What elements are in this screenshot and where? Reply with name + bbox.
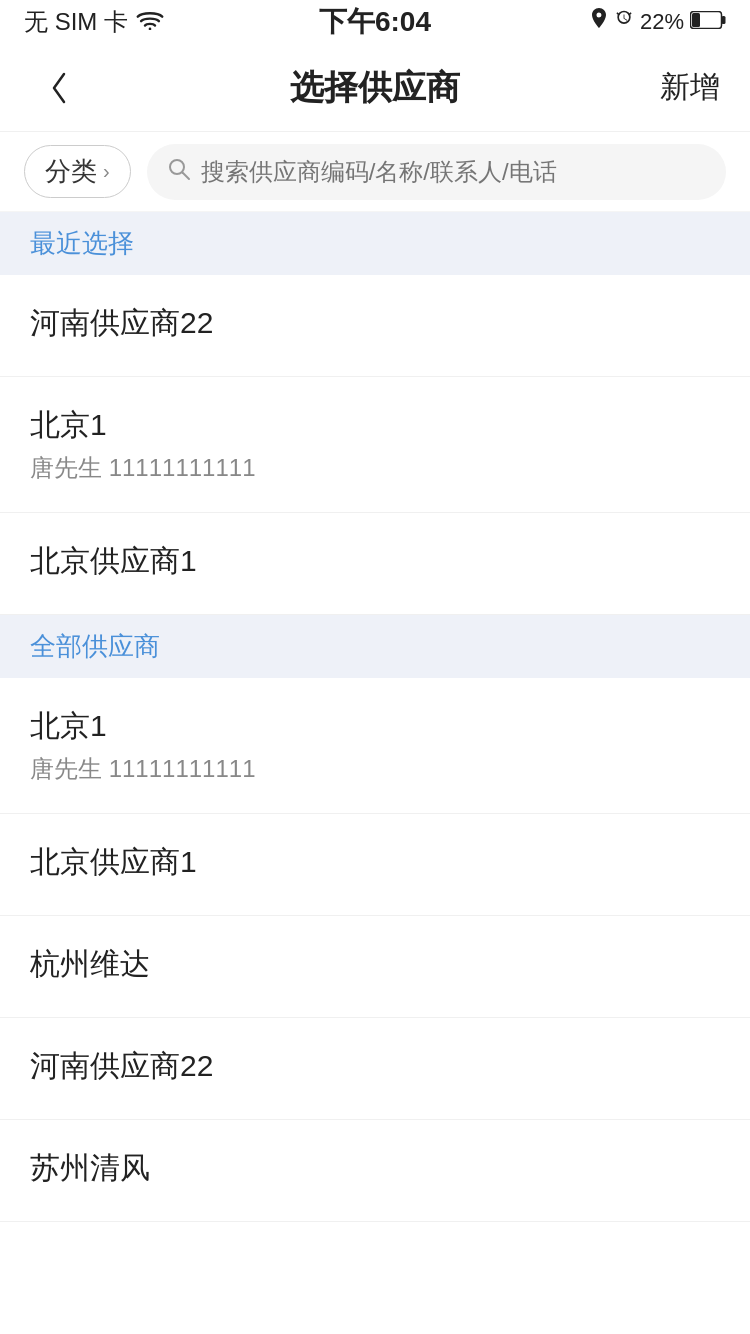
svg-line-5: [182, 172, 189, 179]
item-name: 河南供应商22: [30, 303, 720, 344]
item-name: 北京1: [30, 405, 720, 446]
item-name: 北京供应商1: [30, 842, 720, 883]
nav-bar: 选择供应商 新增: [0, 44, 750, 132]
svg-point-0: [149, 28, 152, 30]
item-name: 北京供应商1: [30, 541, 720, 582]
svg-rect-2: [722, 16, 726, 24]
item-detail: 唐先生 11111111111: [30, 753, 720, 785]
chevron-right-icon: ›: [103, 160, 110, 183]
list-item[interactable]: 苏州清风: [0, 1120, 750, 1222]
search-input[interactable]: [201, 158, 706, 186]
search-icon: [167, 157, 191, 187]
location-icon: [590, 8, 608, 36]
item-name: 北京1: [30, 706, 720, 747]
battery-text: 22%: [640, 9, 684, 35]
status-left: 无 SIM 卡: [24, 6, 164, 38]
page-title: 选择供应商: [290, 65, 460, 111]
filter-bar: 分类 ›: [0, 132, 750, 212]
category-label: 分类: [45, 154, 97, 189]
search-bar[interactable]: [147, 144, 726, 200]
battery-icon: [690, 9, 726, 35]
item-name: 河南供应商22: [30, 1046, 720, 1087]
all-section-header: 全部供应商: [0, 615, 750, 678]
recent-section-label: 最近选择: [30, 228, 134, 258]
list-item[interactable]: 杭州维达: [0, 916, 750, 1018]
item-name: 苏州清风: [30, 1148, 720, 1189]
all-items-list: 北京1 唐先生 11111111111 北京供应商1 杭州维达河南供应商22 苏州清风: [0, 678, 750, 1222]
list-item[interactable]: 河南供应商22: [0, 1018, 750, 1120]
item-detail: 唐先生 11111111111: [30, 452, 720, 484]
recent-section-header: 最近选择: [0, 212, 750, 275]
list-item[interactable]: 北京1 唐先生 11111111111: [0, 678, 750, 814]
category-filter-button[interactable]: 分类 ›: [24, 145, 131, 198]
list-item[interactable]: 北京供应商1: [0, 814, 750, 916]
list-item[interactable]: 北京1 唐先生 11111111111: [0, 377, 750, 513]
wifi-icon: [136, 8, 164, 36]
status-bar: 无 SIM 卡 下午6:04 22%: [0, 0, 750, 44]
list-item[interactable]: 北京供应商1: [0, 513, 750, 615]
item-name: 杭州维达: [30, 944, 720, 985]
status-time: 下午6:04: [319, 3, 431, 41]
recent-items-list: 河南供应商22 北京1 唐先生 11111111111 北京供应商1: [0, 275, 750, 615]
status-right: 22%: [590, 8, 726, 36]
add-button[interactable]: 新增: [660, 67, 720, 108]
list-item[interactable]: 河南供应商22: [0, 275, 750, 377]
alarm-icon: [614, 9, 634, 35]
back-button[interactable]: [30, 58, 90, 118]
all-section-label: 全部供应商: [30, 631, 160, 661]
svg-rect-3: [692, 13, 700, 27]
carrier-text: 无 SIM 卡: [24, 6, 128, 38]
